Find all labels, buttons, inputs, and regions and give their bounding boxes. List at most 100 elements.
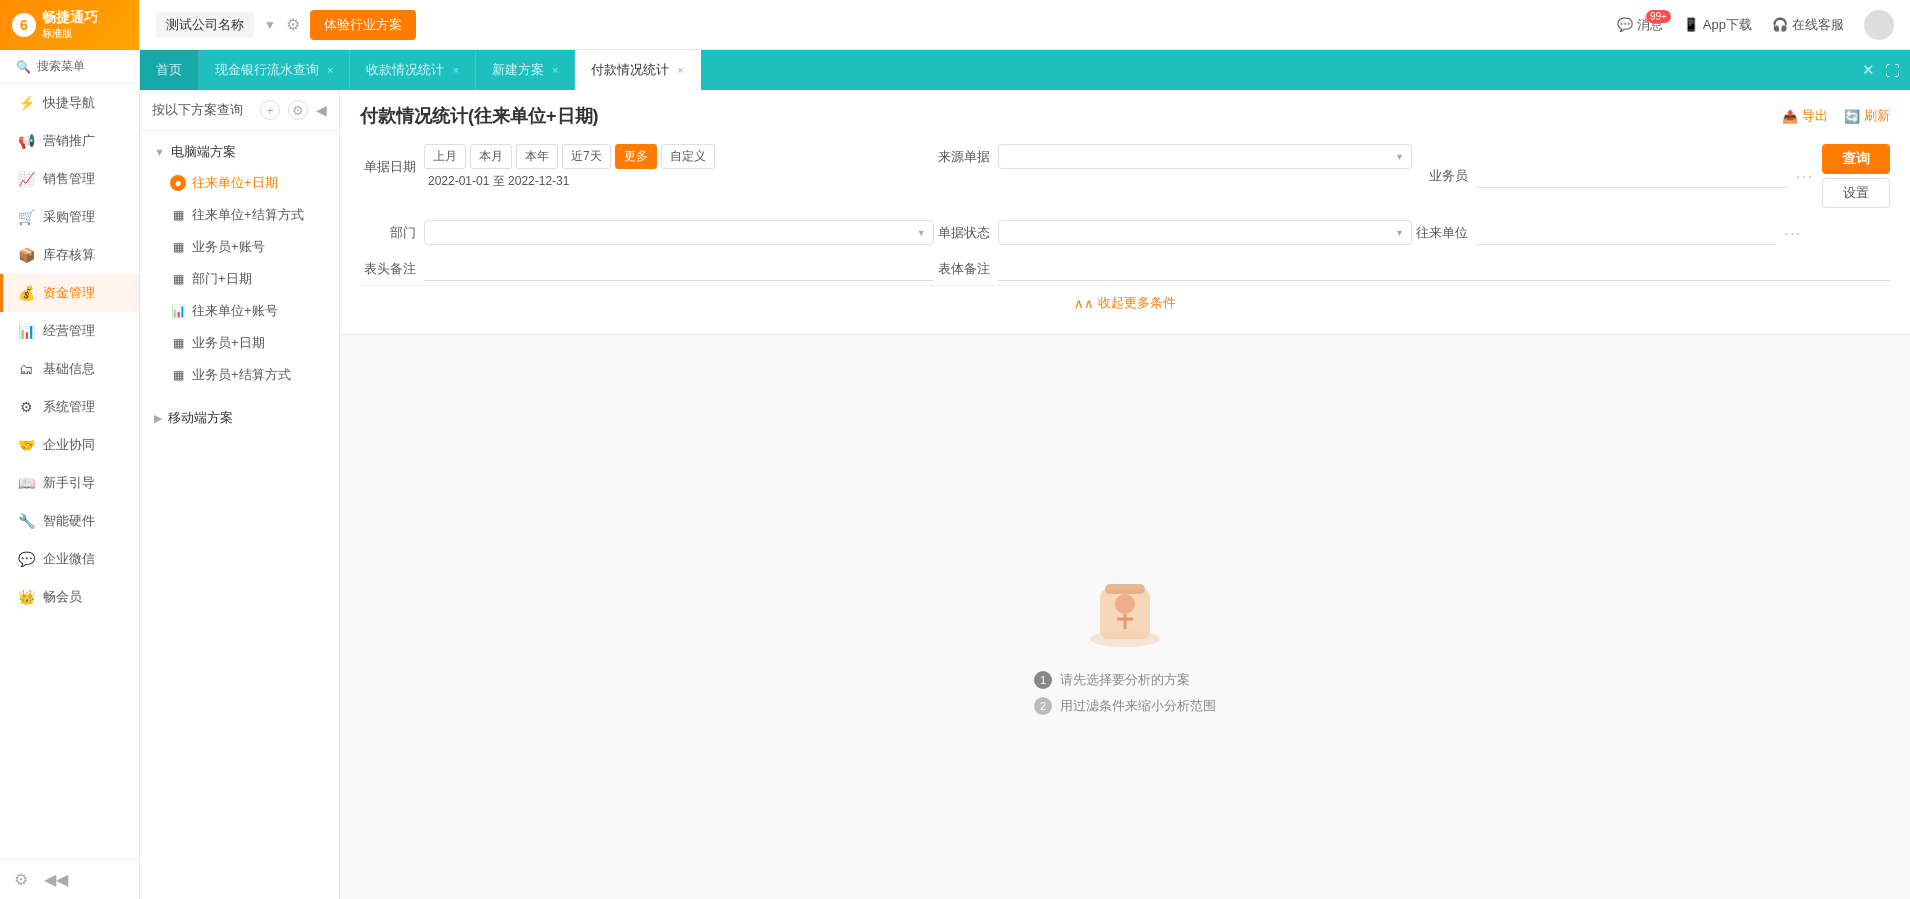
scheme-item-label: 往来单位+结算方式 (192, 206, 304, 224)
scheme-item-label: 业务员+账号 (192, 238, 265, 256)
sidebar-item-operations[interactable]: 📊 经营管理 (0, 312, 139, 350)
date-btn-custom[interactable]: 自定义 (661, 144, 715, 169)
main-content: 测试公司名称 ▼ ⚙ 体验行业方案 💬 消息 99+ 📱 App下载 🎧 在线客… (140, 0, 1910, 899)
tab-payment-stats-close[interactable]: × (677, 64, 683, 76)
sidebar-search[interactable]: 🔍 搜索菜单 (0, 50, 139, 84)
service-label: 在线客服 (1792, 16, 1844, 34)
tab-home[interactable]: 首页 (140, 50, 199, 90)
sidebar-item-collab[interactable]: 🤝 企业协同 (0, 426, 139, 464)
date-btn-more[interactable]: 更多 (615, 144, 657, 169)
note-header-input[interactable] (424, 257, 934, 281)
tab-new-scheme[interactable]: 新建方案 × (476, 50, 575, 90)
tab-maximize-icon[interactable]: ⛶ (1885, 62, 1900, 79)
message-icon: 💬 (1617, 17, 1633, 32)
group-label: 电脑端方案 (171, 143, 236, 161)
basic-info-icon: 🗂 (17, 360, 35, 378)
salesman-input[interactable] (1476, 164, 1788, 188)
scheme-item-partner-account[interactable]: 📊 往来单位+账号 (140, 295, 339, 327)
scheme-item-salesman-settlement[interactable]: ▦ 业务员+结算方式 (140, 359, 339, 391)
topbar-settings-icon[interactable]: ⚙ (286, 15, 300, 34)
tab-new-scheme-label: 新建方案 (492, 61, 544, 79)
tab-close-all-icon[interactable]: ✕ (1862, 61, 1875, 79)
sidebar-item-wechat[interactable]: 💬 企业微信 (0, 540, 139, 578)
scheme-item-label: 业务员+日期 (192, 334, 265, 352)
scheme-item-dept-date[interactable]: ▦ 部门+日期 (140, 263, 339, 295)
tab-bank-flow-close[interactable]: × (327, 64, 333, 76)
partner-more-btn[interactable]: ··· (1784, 225, 1802, 241)
salesman-label: 业务员 (1412, 167, 1468, 185)
scheme-group-desktop: ▼ 电脑端方案 ● 往来单位+日期 ▦ 往来单位+结算方式 ▦ 业务员+账号 ▦ (140, 131, 339, 397)
collapse-more-btn[interactable]: ∧∧ 收起更多条件 (360, 285, 1890, 320)
scheme-item-salesman-date[interactable]: ▦ 业务员+日期 (140, 327, 339, 359)
query-button[interactable]: 查询 (1822, 144, 1890, 174)
company-name[interactable]: 测试公司名称 (156, 12, 254, 38)
settings-button[interactable]: 设置 (1822, 178, 1890, 208)
scheme-item-partner-settlement[interactable]: ▦ 往来单位+结算方式 (140, 199, 339, 231)
tabbar: 首页 现金银行流水查询 × 收款情况统计 × 新建方案 × 付款情况统计 × ✕… (140, 50, 1910, 90)
user-avatar[interactable] (1864, 10, 1894, 40)
add-scheme-btn[interactable]: + (260, 100, 280, 120)
sidebar-item-sales[interactable]: 📈 销售管理 (0, 160, 139, 198)
tab-home-label: 首页 (156, 61, 182, 79)
salesman-more-btn[interactable]: ··· (1796, 168, 1814, 184)
sidebar-item-member[interactable]: 👑 畅会员 (0, 578, 139, 616)
collapse-sidebar-icon[interactable]: ◀◀ (44, 870, 68, 889)
doc-status-select[interactable] (998, 220, 1412, 245)
page-content: 按以下方案查询 + ⚙ ◀ ▼ 电脑端方案 ● 往来单位+日期 ▦ (140, 90, 1910, 899)
scheme-group-desktop-title[interactable]: ▼ 电脑端方案 (140, 137, 339, 167)
sidebar-item-hardware[interactable]: 🔧 智能硬件 (0, 502, 139, 540)
scheme-panel-title: 按以下方案查询 (152, 101, 243, 119)
date-btn-7days[interactable]: 近7天 (562, 144, 611, 169)
quick-nav-icon: ⚡ (17, 94, 35, 112)
tip-text-1: 请先选择要分析的方案 (1060, 671, 1190, 689)
date-btn-last-month[interactable]: 上月 (424, 144, 466, 169)
filter-area: 付款情况统计(往来单位+日期) 📤 导出 🔄 刷新 (340, 90, 1910, 335)
sidebar-item-finance[interactable]: 💰 资金管理 (0, 274, 139, 312)
company-dropdown-icon[interactable]: ▼ (264, 18, 276, 32)
scheme-panel-collapse[interactable]: ◀ (316, 102, 327, 118)
sidebar-item-label: 库存核算 (43, 246, 95, 264)
date-btn-this-year[interactable]: 本年 (516, 144, 558, 169)
sidebar-item-label: 新手引导 (43, 474, 95, 492)
scheme-group-mobile-title[interactable]: ▶ 移动端方案 (140, 403, 339, 433)
settings-icon[interactable]: ⚙ (14, 870, 28, 889)
app-download-action[interactable]: 📱 App下载 (1683, 16, 1752, 34)
tab-receipt-stats[interactable]: 收款情况统计 × (350, 50, 475, 90)
note-body-input[interactable] (998, 257, 1890, 281)
collapse-icon: ∧∧ (1074, 296, 1094, 311)
tab-bank-flow[interactable]: 现金银行流水查询 × (199, 50, 350, 90)
dept-label: 部门 (360, 224, 416, 242)
inventory-icon: 📦 (17, 246, 35, 264)
scheme-item-salesman-account[interactable]: ▦ 业务员+账号 (140, 231, 339, 263)
message-action[interactable]: 💬 消息 99+ (1617, 16, 1663, 34)
empty-state: 1 请先选择要分析的方案 2 用过滤条件来缩小分析范围 (1034, 559, 1216, 715)
partner-input[interactable] (1476, 221, 1776, 245)
sidebar-item-marketing[interactable]: 📢 营销推广 (0, 122, 139, 160)
app-header: 6 畅捷通巧 标准版 (0, 0, 139, 50)
group-label: 移动端方案 (168, 409, 233, 427)
app-subtitle: 标准版 (42, 27, 98, 41)
sidebar-item-system[interactable]: ⚙ 系统管理 (0, 388, 139, 426)
scheme-item-icon: ▦ (170, 367, 186, 383)
page-title-row: 付款情况统计(往来单位+日期) 📤 导出 🔄 刷新 (360, 104, 1890, 128)
sidebar-item-basic-info[interactable]: 🗂 基础信息 (0, 350, 139, 388)
sidebar-item-purchase[interactable]: 🛒 采购管理 (0, 198, 139, 236)
tab-receipt-stats-close[interactable]: × (452, 64, 458, 76)
member-icon: 👑 (17, 588, 35, 606)
source-doc-select[interactable] (998, 144, 1412, 169)
export-btn[interactable]: 📤 导出 (1782, 107, 1828, 125)
sidebar-item-label: 经营管理 (43, 322, 95, 340)
tab-new-scheme-close[interactable]: × (552, 64, 558, 76)
sidebar-item-inventory[interactable]: 📦 库存核算 (0, 236, 139, 274)
online-service-action[interactable]: 🎧 在线客服 (1772, 16, 1844, 34)
scheme-settings-btn[interactable]: ⚙ (288, 100, 308, 120)
app-download-icon: 📱 (1683, 17, 1699, 32)
sidebar-item-guide[interactable]: 📖 新手引导 (0, 464, 139, 502)
trial-button[interactable]: 体验行业方案 (310, 10, 416, 40)
dept-select[interactable] (424, 220, 934, 245)
date-btn-this-month[interactable]: 本月 (470, 144, 512, 169)
refresh-btn[interactable]: 🔄 刷新 (1844, 107, 1890, 125)
scheme-item-partner-date[interactable]: ● 往来单位+日期 (140, 167, 339, 199)
tab-payment-stats[interactable]: 付款情况统计 × (575, 50, 700, 90)
sidebar-item-quick-nav[interactable]: ⚡ 快捷导航 (0, 84, 139, 122)
